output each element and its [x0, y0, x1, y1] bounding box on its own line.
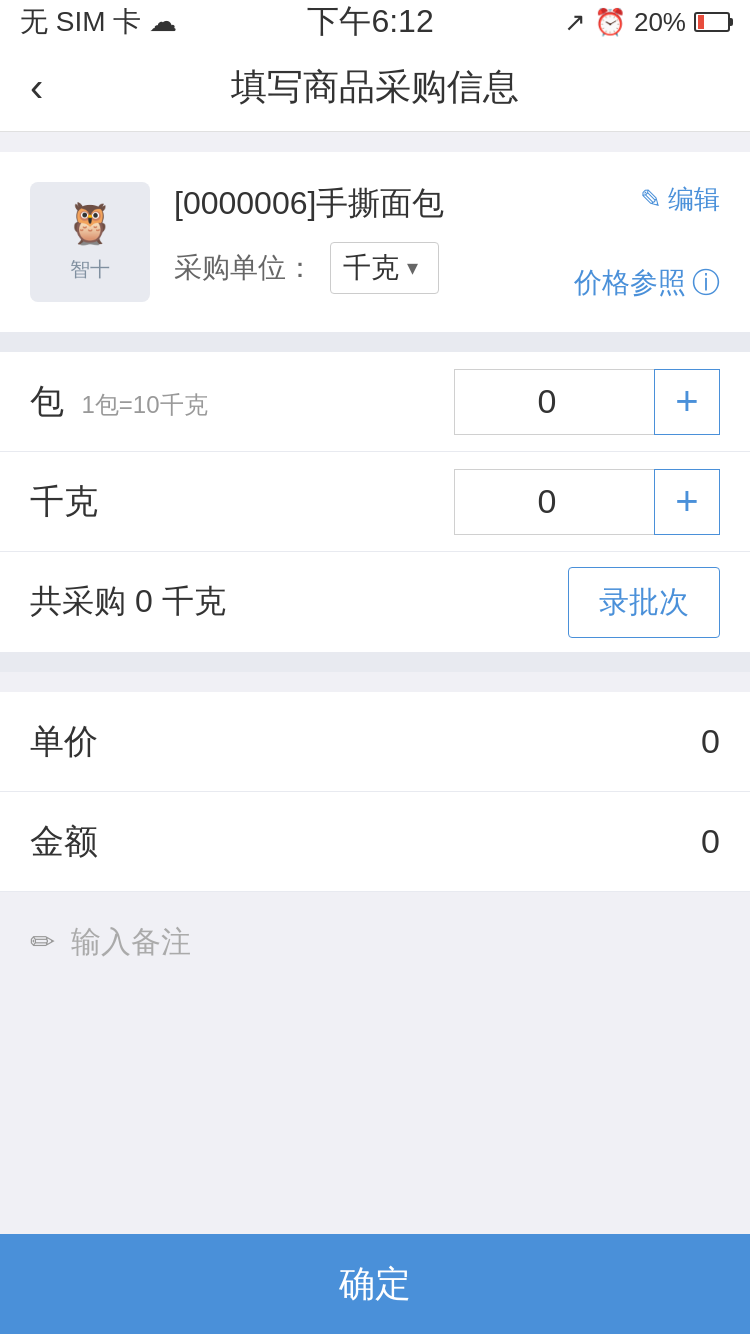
- amount-value: 0: [701, 822, 720, 861]
- page-header: ‹ 填写商品采购信息: [0, 44, 750, 132]
- alarm-icon: ⏰: [594, 7, 626, 38]
- unit-price-row: 单价 0: [0, 692, 750, 792]
- status-time: 下午6:12: [307, 0, 433, 44]
- bag-sub-label: 1包=10千克: [81, 391, 207, 418]
- product-logo-icon: 🦉: [65, 200, 115, 247]
- chevron-down-icon: ▾: [407, 255, 418, 281]
- total-label: 共采购 0 千克: [30, 580, 568, 624]
- confirm-button[interactable]: 确定: [0, 1234, 750, 1334]
- input-section: 包 1包=10千克 + 千克 +: [0, 352, 750, 552]
- kg-input-wrapper: +: [454, 469, 720, 535]
- location-icon: ↗: [564, 7, 586, 38]
- pricing-section: 单价 0 金额 0: [0, 692, 750, 892]
- status-bar: 无 SIM 卡 ☁ 下午6:12 ↗ ⏰ 20%: [0, 0, 750, 44]
- amount-row: 金额 0: [0, 792, 750, 892]
- bag-input-row: 包 1包=10千克 +: [0, 352, 750, 452]
- page-title: 填写商品采购信息: [231, 63, 519, 112]
- edit-button[interactable]: ✎ 编辑: [640, 182, 720, 217]
- product-name: [0000006]手撕面包: [174, 182, 720, 226]
- sim-label: 无 SIM 卡 ☁: [20, 3, 177, 41]
- unit-price-label: 单价: [30, 719, 701, 765]
- section-divider-2: [0, 652, 750, 672]
- record-batch-button[interactable]: 录批次: [568, 567, 720, 638]
- kg-input[interactable]: [454, 469, 654, 535]
- price-ref-button[interactable]: 价格参照 ⓘ: [574, 264, 720, 302]
- edit-icon: ✎: [640, 184, 662, 215]
- unit-select[interactable]: 千克 ▾: [330, 242, 439, 294]
- battery-percent: 20%: [634, 7, 686, 38]
- product-brand-text: 智十: [70, 258, 110, 280]
- unit-price-value: 0: [701, 722, 720, 761]
- notes-section: ✏ 输入备注: [0, 892, 750, 1012]
- bag-label: 包 1包=10千克: [30, 379, 454, 425]
- kg-input-row: 千克 +: [0, 452, 750, 552]
- status-left: 无 SIM 卡 ☁: [20, 3, 177, 41]
- back-button[interactable]: ‹: [30, 65, 43, 110]
- kg-label: 千克: [30, 479, 454, 525]
- notes-placeholder-text: 输入备注: [71, 922, 191, 963]
- edit-label: 编辑: [668, 182, 720, 217]
- pencil-icon: ✏: [30, 924, 55, 959]
- info-icon: ⓘ: [692, 264, 720, 302]
- total-row: 共采购 0 千克 录批次: [0, 552, 750, 652]
- amount-label: 金额: [30, 819, 701, 865]
- product-card: 🦉 智十 [0000006]手撕面包 采购单位： 千克 ▾ ✎ 编辑 价格参照 …: [0, 152, 750, 332]
- section-divider-1: [0, 332, 750, 352]
- bag-input[interactable]: [454, 369, 654, 435]
- bag-plus-button[interactable]: +: [654, 369, 720, 435]
- battery-icon: [694, 12, 730, 32]
- status-right: ↗ ⏰ 20%: [564, 7, 730, 38]
- product-image: 🦉 智十: [30, 182, 150, 302]
- kg-plus-button[interactable]: +: [654, 469, 720, 535]
- unit-label: 采购单位：: [174, 249, 314, 287]
- price-ref-label: 价格参照: [574, 264, 686, 302]
- bag-input-wrapper: +: [454, 369, 720, 435]
- unit-value: 千克: [343, 249, 399, 287]
